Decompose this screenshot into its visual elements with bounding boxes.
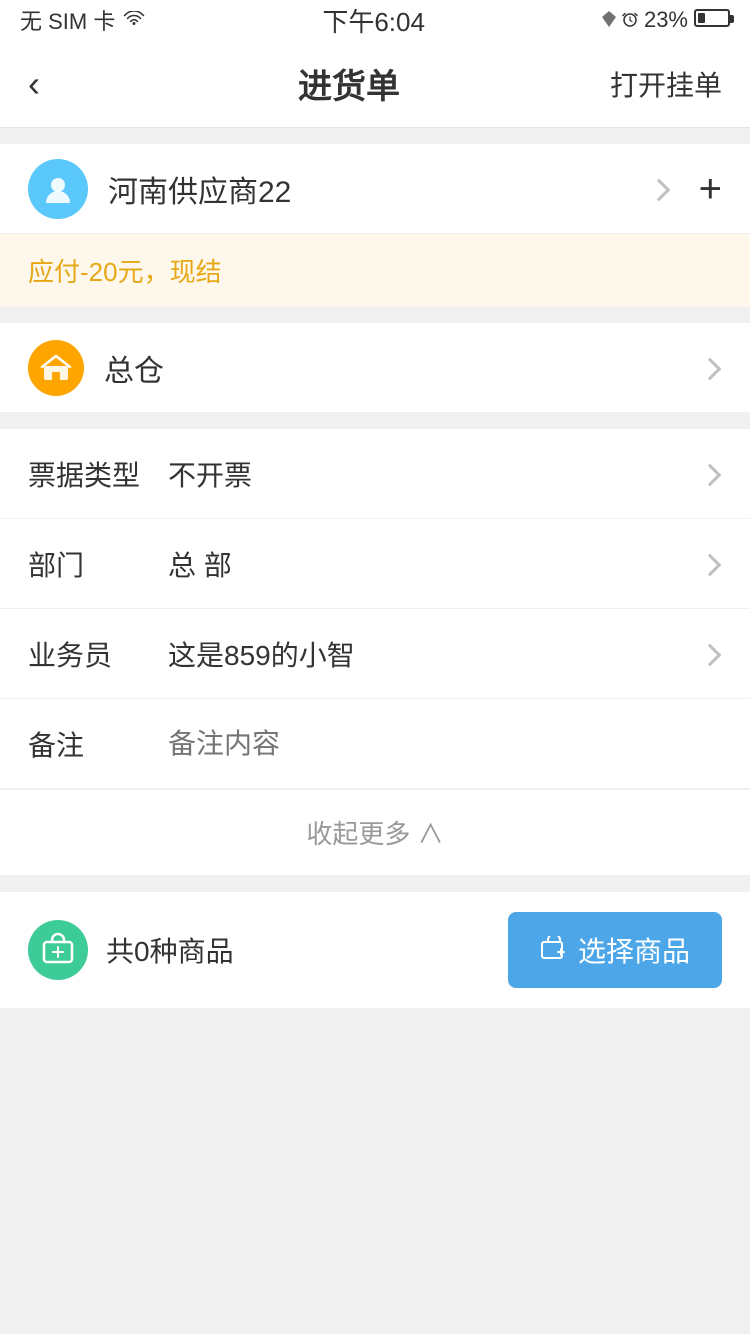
- alarm-icon: [622, 7, 638, 33]
- salesperson-row[interactable]: 业务员 这是859的小智: [0, 609, 750, 699]
- warehouse-name: 总仓: [104, 346, 702, 390]
- section-gap-2: [0, 307, 750, 323]
- bottom-bar: 共0种商品 选择商品: [0, 891, 750, 1008]
- battery-label: 23%: [644, 7, 688, 33]
- salesperson-label: 业务员: [28, 634, 148, 674]
- collapse-button[interactable]: 收起更多 ∧: [0, 789, 750, 875]
- nav-bar: ‹ 进货单 打开挂单: [0, 40, 750, 128]
- department-row[interactable]: 部门 总 部: [0, 519, 750, 609]
- open-pending-button[interactable]: 打开挂单: [610, 64, 722, 104]
- salesperson-chevron-icon: [702, 638, 722, 670]
- status-bar: 无 SIM 卡 下午6:04 23%: [0, 0, 750, 40]
- supplier-avatar: [28, 159, 88, 219]
- wifi-icon: [123, 7, 145, 33]
- supplier-name: 河南供应商22: [108, 167, 651, 211]
- warehouse-chevron-icon: [702, 352, 722, 384]
- page-title: 进货单: [298, 59, 400, 108]
- select-product-button[interactable]: 选择商品: [508, 912, 722, 988]
- department-value: 总 部: [148, 544, 702, 584]
- supplier-row[interactable]: 河南供应商22 +: [0, 144, 750, 234]
- remark-label: 备注: [28, 724, 148, 764]
- salesperson-value: 这是859的小智: [148, 634, 702, 674]
- supplier-section: 河南供应商22 + 应付-20元，现结: [0, 144, 750, 307]
- carrier-label: 无 SIM 卡: [20, 4, 115, 36]
- status-time: 下午6:04: [322, 2, 425, 39]
- warehouse-row[interactable]: 总仓: [0, 323, 750, 413]
- battery-icon: [694, 7, 730, 33]
- supplier-chevron-icon: [651, 173, 671, 205]
- section-gap-3: [0, 413, 750, 429]
- status-right: 23%: [602, 7, 730, 33]
- section-gap-4: [0, 875, 750, 891]
- section-gap-1: [0, 128, 750, 144]
- department-label: 部门: [28, 544, 148, 584]
- back-button[interactable]: ‹: [28, 63, 88, 105]
- invoice-type-row[interactable]: 票据类型 不开票: [0, 429, 750, 519]
- select-product-label: 选择商品: [578, 930, 690, 970]
- add-supplier-button[interactable]: +: [699, 169, 722, 209]
- invoice-type-chevron-icon: [702, 458, 722, 490]
- product-count-label: 共0种商品: [106, 930, 508, 970]
- remark-row: 备注: [0, 699, 750, 789]
- remark-input[interactable]: [148, 728, 722, 760]
- supplier-notice: 应付-20元，现结: [0, 234, 750, 307]
- location-icon: [602, 7, 616, 33]
- product-icon: [28, 920, 88, 980]
- form-section: 票据类型 不开票 部门 总 部 业务员 这是859的小智 备注 收起更多 ∧: [0, 429, 750, 875]
- invoice-type-label: 票据类型: [28, 454, 148, 494]
- status-left: 无 SIM 卡: [20, 4, 145, 36]
- department-chevron-icon: [702, 548, 722, 580]
- collapse-label: 收起更多 ∧: [306, 814, 443, 851]
- invoice-type-value: 不开票: [148, 454, 702, 494]
- warehouse-icon: [28, 340, 84, 396]
